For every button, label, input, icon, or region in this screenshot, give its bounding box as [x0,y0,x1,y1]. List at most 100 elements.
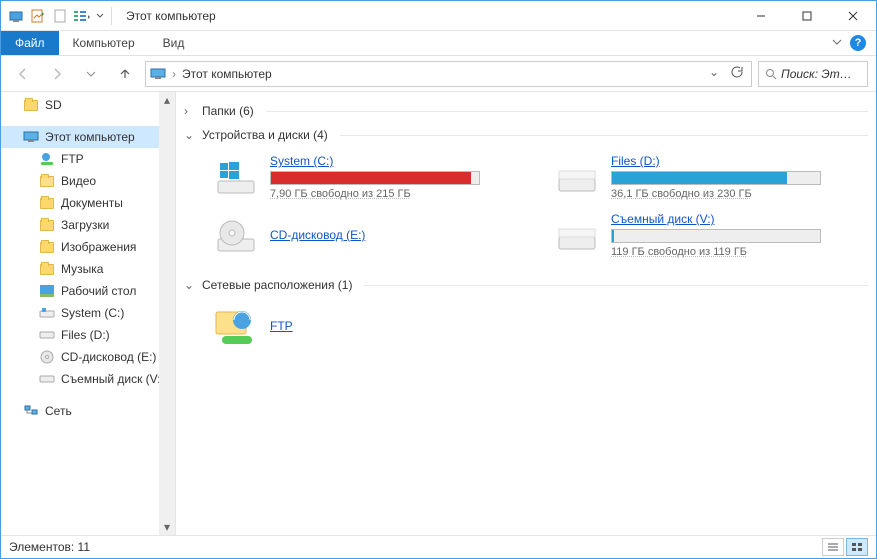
search-input[interactable]: Поиск: Эт… [758,61,868,87]
refresh-icon[interactable] [725,65,747,82]
tree-label: Документы [61,196,123,210]
network-grid: FTP [180,296,872,362]
tree-label: Сеть [45,404,72,418]
drive-files[interactable]: Files (D:) 36,1 ГБ свободно из 230 ГБ [551,150,872,204]
tree-item-documents[interactable]: Документы [1,192,175,214]
group-label: Устройства и диски (4) [202,128,328,142]
address-bar-row: › Этот компьютер ⌄ Поиск: Эт… [1,56,876,92]
search-placeholder: Поиск: Эт… [781,67,852,81]
drive-usage-bar [611,171,821,185]
tree-label: Рабочий стол [61,284,136,298]
qat-new-icon[interactable] [51,5,69,27]
drive-name: Съемный диск (V:) [611,212,868,226]
tree-item-ftp[interactable]: FTP [1,148,175,170]
breadcrumb[interactable]: Этот компьютер [182,67,272,81]
drive-name: CD-дисковод (E:) [270,228,527,242]
tree-label: Загрузки [61,218,109,232]
scroll-up-icon[interactable]: ▴ [159,92,175,108]
maximize-button[interactable] [784,1,830,31]
window-controls [738,1,876,31]
tab-file[interactable]: Файл [1,31,59,55]
tree-label: Музыка [61,262,103,276]
nav-forward-button[interactable] [43,60,71,88]
view-details-button[interactable] [822,538,844,556]
address-dropdown-icon[interactable]: ⌄ [705,65,723,82]
qat-dropdown-icon[interactable] [95,5,105,27]
help-icon[interactable]: ? [850,35,866,51]
group-network[interactable]: ⌄ Сетевые расположения (1) [180,272,872,296]
nav-back-button[interactable] [9,60,37,88]
tree-label: System (C:) [61,306,124,320]
group-folders[interactable]: › Папки (6) [180,98,872,122]
group-label: Сетевые расположения (1) [202,278,352,292]
explorer-body: SD Этот компьютер FTP Видео Документы За… [1,92,876,535]
app-icon [7,5,25,27]
tree-label: Files (D:) [61,328,110,342]
minimize-button[interactable] [738,1,784,31]
tree-scrollbar[interactable]: ▴ ▾ [159,92,175,535]
video-icon [39,173,55,189]
tree-item-cd-drive[interactable]: CD-дисковод (E:) [1,346,175,368]
ribbon-expand-icon[interactable] [832,36,842,50]
close-button[interactable] [830,1,876,31]
qat-divider [111,7,112,25]
network-icon [23,403,39,419]
qat-properties-icon[interactable] [29,5,47,27]
drive-cd[interactable]: CD-дисковод (E:) [210,208,531,262]
tree-label: CD-дисковод (E:) [61,350,156,364]
tree-item-this-pc[interactable]: Этот компьютер [1,126,175,148]
drive-name: System (C:) [270,154,527,168]
tree-label: Этот компьютер [45,130,135,144]
hdd-icon [555,213,599,257]
drive-free-text: 7,90 ГБ свободно из 215 ГБ [270,188,527,200]
tree-item-desktop[interactable]: Рабочий стол [1,280,175,302]
drive-icon [39,327,55,343]
cd-icon [39,349,55,365]
breadcrumb-pc-icon [150,67,166,81]
tree-item-system-drive[interactable]: System (C:) [1,302,175,324]
drive-usage-bar [611,229,821,243]
status-bar: Элементов: 11 [1,535,876,558]
tree-item-files-drive[interactable]: Files (D:) [1,324,175,346]
drive-free-text: 119 ГБ свободно из 119 ГБ [611,246,868,258]
nav-recent-dropdown[interactable] [77,60,105,88]
tree-item-pictures[interactable]: Изображения [1,236,175,258]
drive-removable[interactable]: Съемный диск (V:) 119 ГБ свободно из 119… [551,208,872,262]
tree-item-sd[interactable]: SD [1,94,175,116]
folder-icon [23,97,39,113]
drive-usage-fill [271,172,471,184]
nav-up-button[interactable] [111,60,139,88]
tree-label: Изображения [61,240,136,254]
window-title: Этот компьютер [126,9,216,23]
drive-usage-bar [270,171,480,185]
pc-icon [23,129,39,145]
downloads-icon [39,217,55,233]
network-item-ftp[interactable]: FTP [210,300,872,352]
music-icon [39,261,55,277]
tree-item-video[interactable]: Видео [1,170,175,192]
pictures-icon [39,239,55,255]
tree-item-removable-drive[interactable]: Съемный диск (V:) [1,368,175,390]
group-drives[interactable]: ⌄ Устройства и диски (4) [180,122,872,146]
scroll-down-icon[interactable]: ▾ [159,519,175,535]
address-bar[interactable]: › Этот компьютер ⌄ [145,61,752,87]
drives-grid: System (C:) 7,90 ГБ свободно из 215 ГБ F… [180,146,872,272]
hdd-icon [555,155,599,199]
os-drive-icon [214,155,258,199]
tab-computer[interactable]: Компьютер [59,31,149,55]
tree-item-music[interactable]: Музыка [1,258,175,280]
ribbon-tabs: Файл Компьютер Вид ? [1,31,876,56]
status-item-count: Элементов: 11 [9,540,90,554]
tab-view[interactable]: Вид [149,31,199,55]
drive-icon [39,371,55,387]
view-tiles-button[interactable] [846,538,868,556]
ftp-icon [39,151,55,167]
documents-icon [39,195,55,211]
tree-item-downloads[interactable]: Загрузки [1,214,175,236]
tree-item-network[interactable]: Сеть [1,400,175,422]
drive-system[interactable]: System (C:) 7,90 ГБ свободно из 215 ГБ [210,150,531,204]
search-icon [765,68,777,80]
qat-customize-icon[interactable] [73,5,91,27]
content-pane: › Папки (6) ⌄ Устройства и диски (4) Sys… [176,92,876,535]
chevron-down-icon: ⌄ [184,278,196,292]
